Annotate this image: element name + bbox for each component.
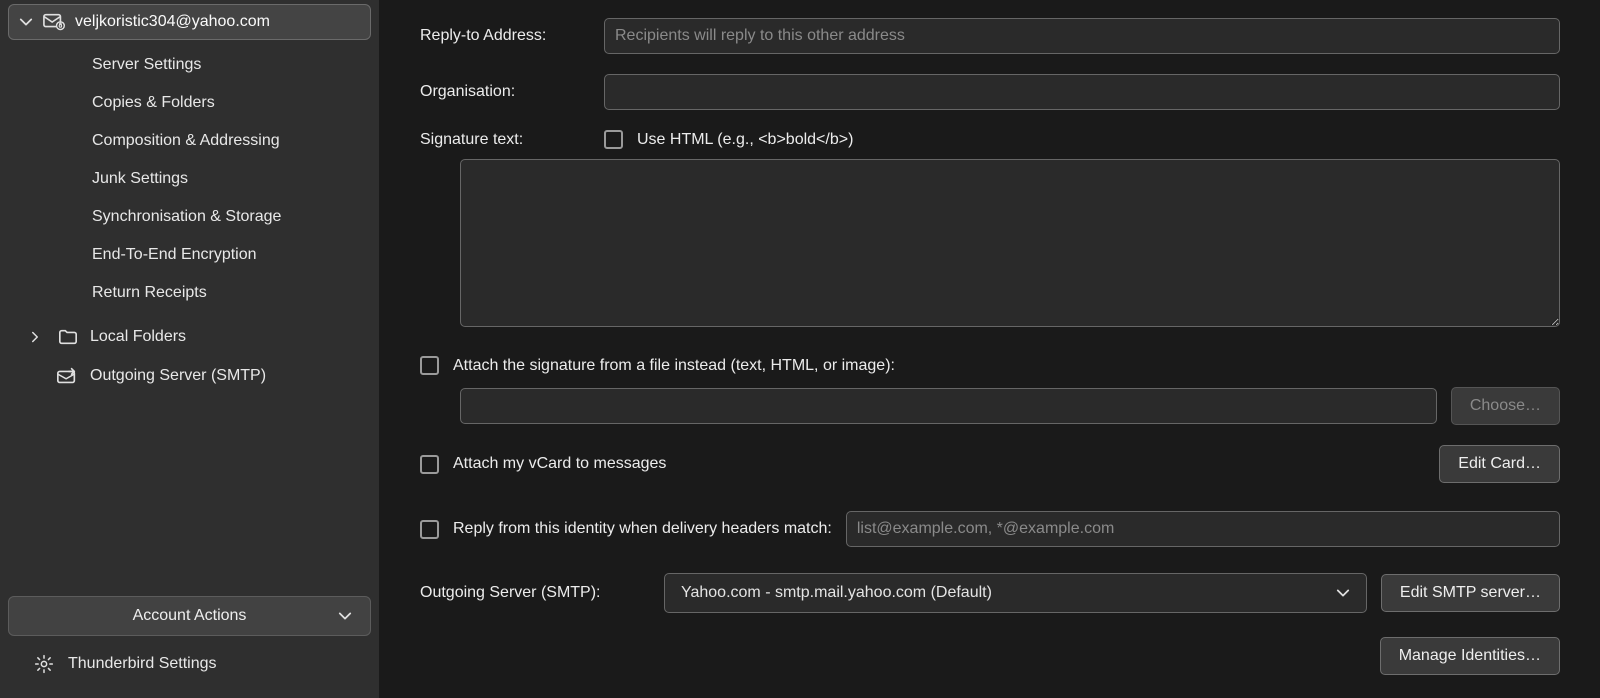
- manage-identities-row: Manage Identities…: [420, 637, 1560, 675]
- sidebar: veljkoristic304@yahoo.com Server Setting…: [0, 0, 380, 698]
- edit-smtp-button[interactable]: Edit SMTP server…: [1381, 574, 1560, 612]
- mail-account-icon: [43, 13, 65, 31]
- reply-to-label: Reply-to Address:: [420, 27, 590, 45]
- attach-file-row: Attach the signature from a file instead…: [420, 356, 1560, 375]
- organisation-row: Organisation:: [420, 74, 1560, 110]
- sidebar-item-return-receipts[interactable]: Return Receipts: [8, 274, 371, 312]
- main-content: Reply-to Address: Organisation: Signatur…: [380, 0, 1600, 698]
- attach-vcard-row: Attach my vCard to messages Edit Card…: [420, 445, 1560, 483]
- reply-identity-label: Reply from this identity when delivery h…: [453, 520, 832, 538]
- folder-icon: [58, 328, 78, 346]
- thunderbird-settings-label: Thunderbird Settings: [68, 655, 217, 673]
- account-actions-button[interactable]: Account Actions: [8, 596, 371, 636]
- attach-vcard-label: Attach my vCard to messages: [453, 455, 1425, 473]
- chevron-down-icon: [19, 15, 33, 29]
- edit-card-button[interactable]: Edit Card…: [1439, 445, 1560, 483]
- attach-file-checkbox[interactable]: [420, 356, 439, 375]
- account-actions-label: Account Actions: [133, 607, 247, 625]
- organisation-label: Organisation:: [420, 83, 590, 101]
- reply-identity-checkbox[interactable]: [420, 520, 439, 539]
- attach-file-input[interactable]: [460, 388, 1437, 424]
- sidebar-item-junk-settings[interactable]: Junk Settings: [8, 160, 371, 198]
- sidebar-item-outgoing-server[interactable]: Outgoing Server (SMTP): [8, 356, 371, 396]
- signature-row: Signature text: Use HTML (e.g., <b>bold<…: [420, 130, 1560, 149]
- chevron-right-icon: [24, 331, 46, 343]
- sidebar-account-header[interactable]: veljkoristic304@yahoo.com: [8, 4, 371, 40]
- sidebar-item-e2e-encryption[interactable]: End-To-End Encryption: [8, 236, 371, 274]
- reply-to-row: Reply-to Address:: [420, 18, 1560, 54]
- outbox-icon: [56, 366, 78, 386]
- sidebar-item-server-settings[interactable]: Server Settings: [8, 46, 371, 84]
- sidebar-account-email: veljkoristic304@yahoo.com: [75, 13, 270, 31]
- use-html-checkbox[interactable]: [604, 130, 623, 149]
- sidebar-spacer: [8, 396, 371, 596]
- signature-textarea-wrap: [420, 159, 1560, 332]
- attach-vcard-checkbox[interactable]: [420, 455, 439, 474]
- smtp-select[interactable]: Yahoo.com - smtp.mail.yahoo.com (Default…: [664, 573, 1367, 613]
- smtp-row: Outgoing Server (SMTP): Yahoo.com - smtp…: [420, 573, 1560, 613]
- thunderbird-settings-link[interactable]: Thunderbird Settings: [8, 654, 371, 698]
- sidebar-item-label: Outgoing Server (SMTP): [90, 367, 266, 385]
- sidebar-item-sync-storage[interactable]: Synchronisation & Storage: [8, 198, 371, 236]
- smtp-select-value: Yahoo.com - smtp.mail.yahoo.com (Default…: [681, 584, 992, 602]
- reply-identity-row: Reply from this identity when delivery h…: [420, 511, 1560, 547]
- signature-textarea[interactable]: [460, 159, 1560, 327]
- manage-identities-button[interactable]: Manage Identities…: [1380, 637, 1560, 675]
- sidebar-item-copies-folders[interactable]: Copies & Folders: [8, 84, 371, 122]
- smtp-label: Outgoing Server (SMTP):: [420, 584, 650, 602]
- reply-to-input[interactable]: [604, 18, 1560, 54]
- gear-icon: [34, 654, 54, 674]
- chevron-down-icon: [1336, 586, 1350, 600]
- sidebar-account-sublist: Server Settings Copies & Folders Composi…: [8, 40, 371, 318]
- attach-file-path-row: Choose…: [420, 387, 1560, 425]
- organisation-input[interactable]: [604, 74, 1560, 110]
- chevron-down-icon: [338, 609, 352, 623]
- sidebar-item-composition-addressing[interactable]: Composition & Addressing: [8, 122, 371, 160]
- use-html-label: Use HTML (e.g., <b>bold</b>): [637, 131, 853, 149]
- sidebar-item-local-folders[interactable]: Local Folders: [8, 318, 371, 356]
- reply-identity-input[interactable]: [846, 511, 1560, 547]
- signature-label: Signature text:: [420, 131, 590, 149]
- attach-file-label: Attach the signature from a file instead…: [453, 357, 895, 375]
- choose-file-button[interactable]: Choose…: [1451, 387, 1560, 425]
- app-root: veljkoristic304@yahoo.com Server Setting…: [0, 0, 1600, 698]
- sidebar-item-label: Local Folders: [90, 328, 186, 346]
